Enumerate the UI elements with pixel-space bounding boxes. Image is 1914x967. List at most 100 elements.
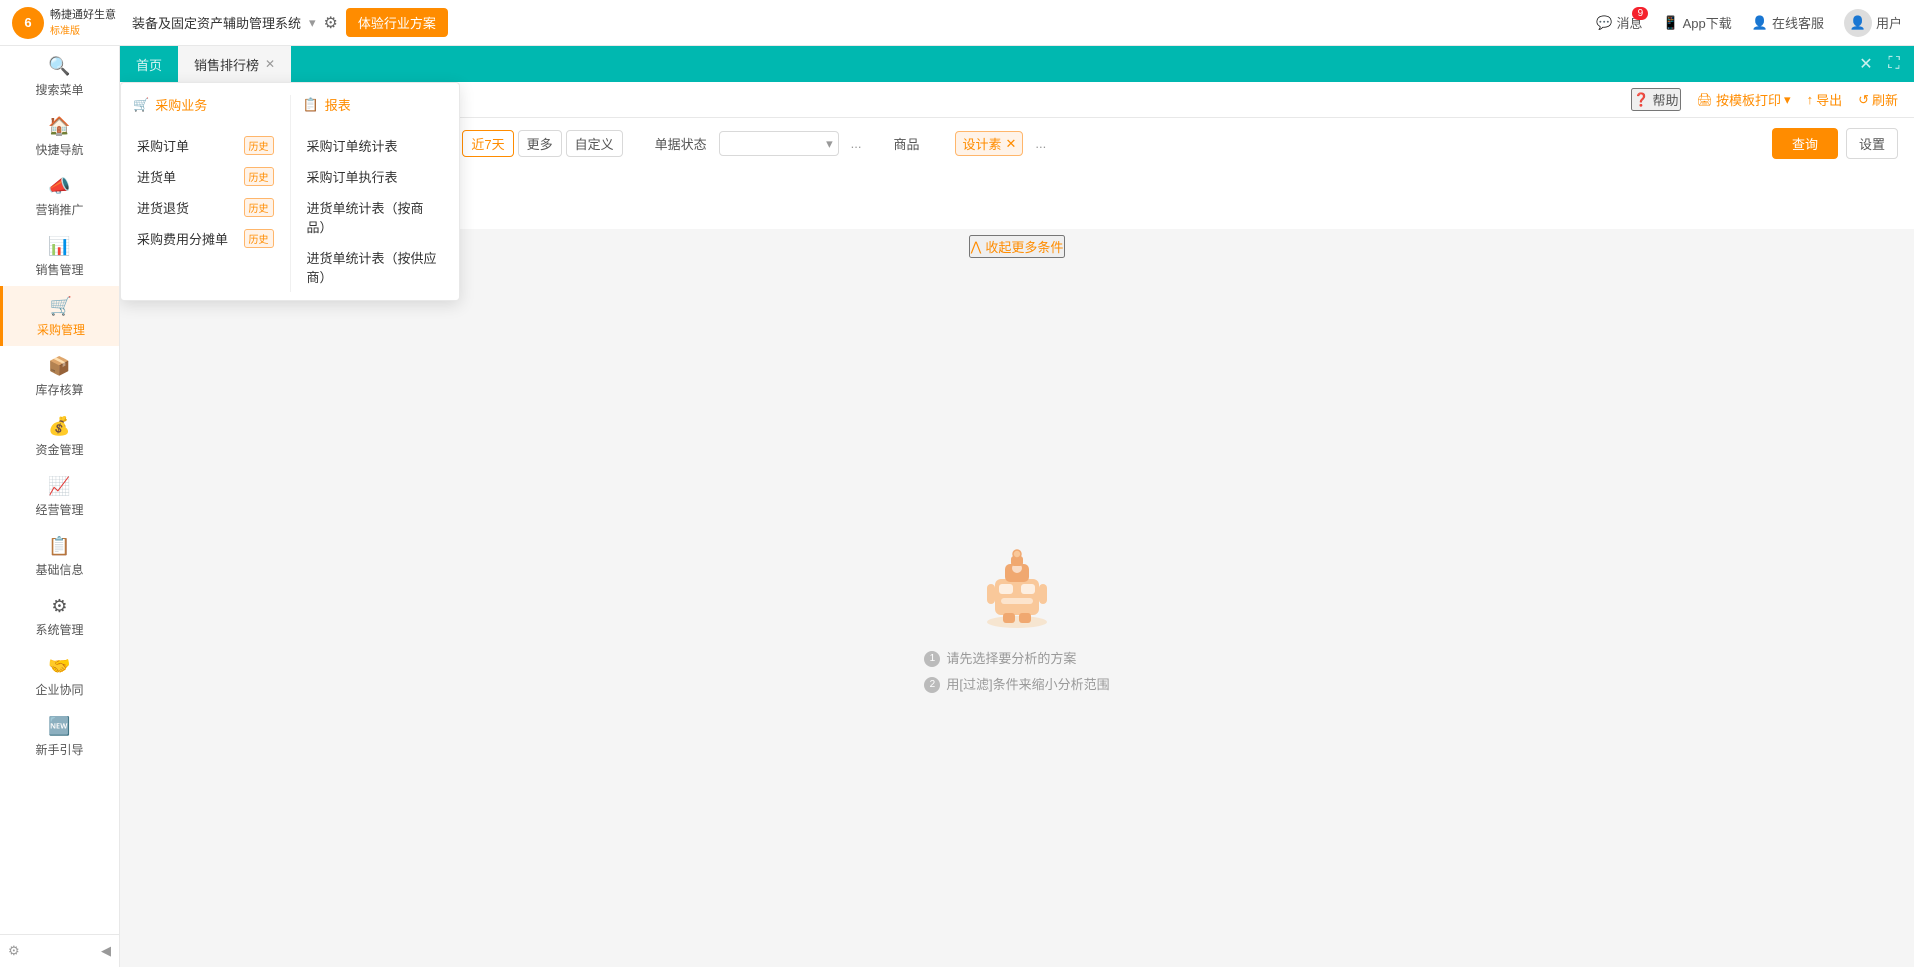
tab-expand-btn[interactable]: ⛶ [1882,52,1906,76]
industry-button[interactable]: 体验行业方案 [346,8,448,37]
empty-tip-2: 2 用[过滤]条件来缩小分析范围 [924,672,1109,698]
guide-icon: 🆕 [48,716,70,737]
basic-info-icon: 📋 [48,536,70,557]
order-status-select[interactable] [719,131,839,156]
app-download-button[interactable]: 📱 App下载 [1662,13,1731,32]
sidebar-item-cooperation[interactable]: 🤝 企业协同 [0,646,119,706]
goods-tag: 设计素 ✕ [955,131,1023,156]
sidebar-item-purchase[interactable]: 🛒 采购管理 [0,286,119,346]
date-quick-btns: 近7天 更多 自定义 [462,130,622,157]
sidebar-item-marketing[interactable]: 📣 营销推广 [0,166,119,226]
collapse-sidebar-icon[interactable]: ◀ [101,943,111,959]
empty-tip-1: 1 请先选择要分析的方案 [924,646,1109,672]
help-button[interactable]: ❓ 帮助 [1631,88,1680,111]
print-icon: 🖨 [1697,92,1714,108]
collapse-icon: ⋀ [971,239,982,255]
sidebar-item-operations[interactable]: 📈 经营管理 [0,466,119,526]
system-title: 装备及固定资产辅助管理系统 [132,13,301,32]
menu-goods-stat-by-supplier[interactable]: 进货单统计表（按供应商） [303,242,448,292]
menu-purchase-order-exec[interactable]: 采购订单执行表 [303,161,448,192]
sidebar-item-basic-info[interactable]: 📋 基础信息 [0,526,119,586]
sidebar-bottom: ⚙ ◀ [0,934,119,967]
date-btn-custom[interactable]: 自定义 [566,130,623,157]
goods-label: 商品 [893,134,943,153]
dropdown-cols: 🛒 采购业务 采购订单 历史 进货单 历史 进货退货 历史 [121,95,459,292]
search-icon: 🔍 [48,56,70,77]
refresh-button[interactable]: ↺ 刷新 [1858,90,1898,109]
content-area: 首页 销售排行榜 ✕ ✕ ⛶ ❓ 帮助 🖨 按模板打印 [120,46,1914,967]
action-btns: 查询 设置 [1772,128,1898,159]
dropdown-menu: 🛒 采购业务 采购订单 历史 进货单 历史 进货退货 历史 [120,82,460,301]
logo-area: 6 畅捷通好生意 标准版 [12,7,132,39]
tab-close-icon[interactable]: ✕ [265,57,275,71]
sidebar-item-inventory[interactable]: 📦 库存核算 [0,346,119,406]
menu-goods-receipt[interactable]: 进货单 历史 [133,161,278,192]
print-button[interactable]: 🖨 按模板打印 ▾ [1697,90,1791,109]
empty-illustration [967,534,1067,634]
dropdown-purchase-col: 🛒 采购业务 采购订单 历史 进货单 历史 进货退货 历史 [121,95,290,292]
order-status-select-wrap [719,131,839,156]
dropdown-reports-header: 📋 报表 [303,95,448,120]
settings-bottom-icon[interactable]: ⚙ [8,943,20,959]
history-tag-0: 历史 [244,136,274,155]
finance-icon: 💰 [48,416,70,437]
mobile-icon: 📱 [1662,15,1678,31]
dropdown-purchase-header: 🛒 采购业务 [133,95,278,120]
sidebar: 🔍 搜索菜单 🏠 快捷导航 📣 营销推广 📊 销售管理 🛒 采购管理 📦 库存核… [0,46,120,967]
order-status-ellipsis[interactable]: ... [851,136,862,151]
inventory-icon: 📦 [48,356,70,377]
goods-tag-close[interactable]: ✕ [1005,136,1016,152]
tab-close-btn[interactable]: ✕ [1854,52,1878,76]
purchase-menu-icon: 🛒 [133,97,149,113]
empty-state: 1 请先选择要分析的方案 2 用[过滤]条件来缩小分析范围 [120,264,1914,967]
header-middle: 装备及固定资产辅助管理系统 ▾ ⚙ 体验行业方案 [132,8,1596,37]
main-container: 🔍 搜索菜单 🏠 快捷导航 📣 营销推广 📊 销售管理 🛒 采购管理 📦 库存核… [0,46,1914,967]
sidebar-item-quick-nav[interactable]: 🏠 快捷导航 [0,106,119,166]
sales-icon: 📊 [48,236,70,257]
order-status-label: 单据状态 [655,134,707,153]
system-dropdown-icon[interactable]: ▾ [309,15,316,31]
user-avatar: 👤 [1844,9,1872,37]
system-icon: ⚙ [51,596,67,617]
online-service-button[interactable]: 👤 在线客服 [1752,13,1824,32]
logo-icon: 6 [12,7,44,39]
tab-controls: ✕ ⛶ [1846,52,1914,76]
empty-tips: 1 请先选择要分析的方案 2 用[过滤]条件来缩小分析范围 [924,646,1109,698]
user-button[interactable]: 👤 用户 [1844,9,1902,37]
tab-home[interactable]: 首页 [120,46,178,82]
sidebar-item-sales[interactable]: 📊 销售管理 [0,226,119,286]
logo-text: 畅捷通好生意 [50,8,116,22]
collapse-button[interactable]: ⋀ 收起更多条件 [969,235,1066,258]
history-tag-2: 历史 [244,198,274,217]
settings-icon[interactable]: ⚙ [324,13,338,33]
export-icon: ↑ [1807,92,1814,107]
date-btn-more[interactable]: 更多 [518,130,562,157]
menu-purchase-expense[interactable]: 采购费用分摊单 历史 [133,223,278,254]
marketing-icon: 📣 [48,176,70,197]
reports-menu-icon: 📋 [303,97,319,113]
sidebar-item-search[interactable]: 🔍 搜索菜单 [0,46,119,106]
message-button[interactable]: 💬 消息 9 [1596,13,1642,32]
query-button[interactable]: 查询 [1772,128,1838,159]
menu-purchase-order[interactable]: 采购订单 历史 [133,130,278,161]
date-btn-7days[interactable]: 近7天 [462,130,513,157]
top-header: 6 畅捷通好生意 标准版 装备及固定资产辅助管理系统 ▾ ⚙ 体验行业方案 💬 … [0,0,1914,46]
refresh-icon: ↺ [1858,92,1869,108]
menu-goods-return[interactable]: 进货退货 历史 [133,192,278,223]
sidebar-item-finance[interactable]: 💰 资金管理 [0,406,119,466]
settings-button[interactable]: 设置 [1846,128,1898,159]
dropdown-reports-col: 📋 报表 采购订单统计表 采购订单执行表 进货单统计表（按商品） 进货单统计表（… [291,95,460,292]
print-dropdown-icon[interactable]: ▾ [1784,92,1791,108]
menu-purchase-order-stat[interactable]: 采购订单统计表 [303,130,448,161]
sidebar-item-system[interactable]: ⚙ 系统管理 [0,586,119,646]
content-body: 1 请先选择要分析的方案 2 用[过滤]条件来缩小分析范围 [120,264,1914,967]
sidebar-item-guide[interactable]: 🆕 新手引导 [0,706,119,766]
goods-ellipsis[interactable]: ... [1035,136,1046,151]
message-badge: 9 [1632,7,1648,20]
header-right: 💬 消息 9 📱 App下载 👤 在线客服 👤 用户 [1596,9,1902,37]
menu-goods-stat-by-product[interactable]: 进货单统计表（按商品） [303,192,448,242]
help-icon: ❓ [1633,92,1649,108]
home-icon: 🏠 [48,116,70,137]
export-button[interactable]: ↑ 导出 [1807,90,1843,109]
tab-sales-rank[interactable]: 销售排行榜 ✕ [178,46,291,82]
